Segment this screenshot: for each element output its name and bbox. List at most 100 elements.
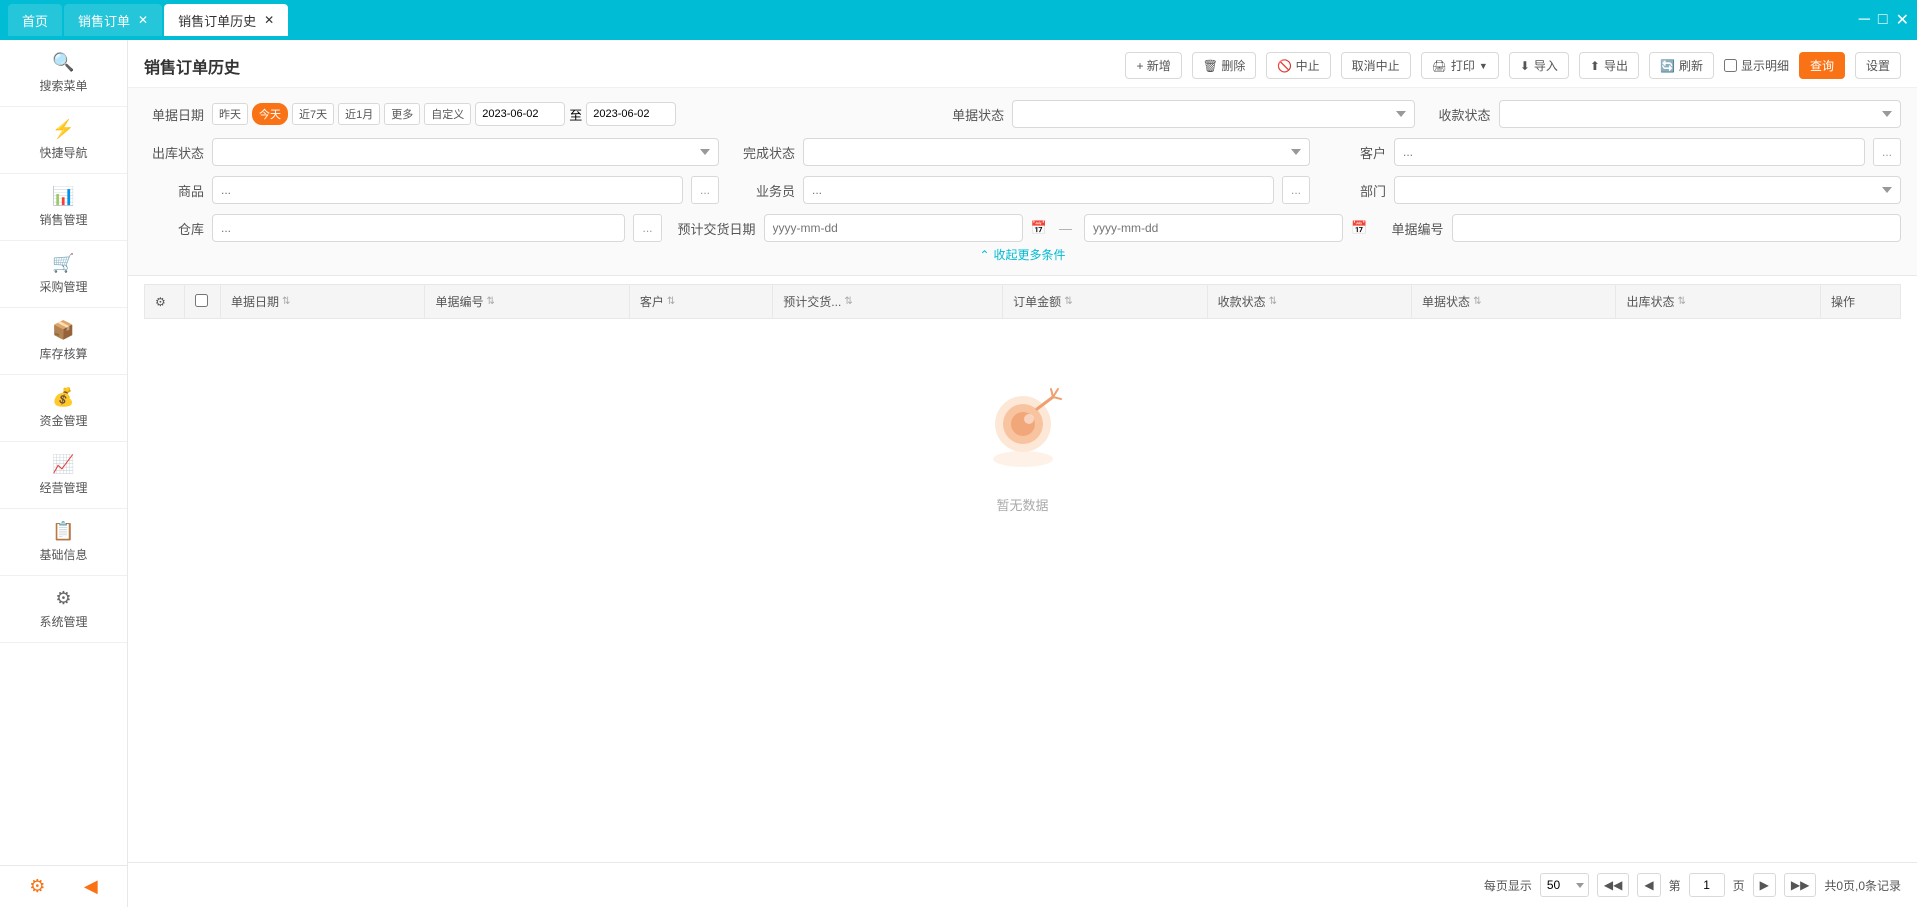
th-doc-status[interactable]: 单据状态⇅ (1412, 285, 1616, 319)
salesman-input[interactable] (803, 176, 1274, 204)
date-quick-yesterday[interactable]: 昨天 (212, 103, 248, 125)
page-number-input[interactable] (1689, 873, 1725, 897)
delivery-date-label: 预计交货日期 (678, 219, 756, 238)
sidebar-item-system[interactable]: ⚙ 系统管理 (0, 576, 127, 643)
top-bar: 首页 销售订单 ✕ 销售订单历史 ✕ ─ □ ✕ (0, 0, 1917, 40)
payment-status-select[interactable] (1499, 100, 1901, 128)
sort-customer-icon: ⇅ (667, 296, 675, 307)
refresh-button[interactable]: 🔄 刷新 (1649, 52, 1714, 79)
delivery-from-input[interactable] (764, 214, 1023, 242)
calendar-from-icon[interactable]: 📅 (1031, 220, 1047, 236)
sidebar-settings-icon[interactable]: ⚙ (29, 876, 45, 897)
th-doc-no[interactable]: 单据编号⇅ (425, 285, 629, 319)
sidebar-item-finance[interactable]: 💰 资金管理 (0, 375, 127, 442)
filter-salesman: 业务员 ... (735, 176, 1310, 204)
th-date[interactable]: 单据日期⇅ (221, 285, 425, 319)
total-label: 共0页,0条记录 (1824, 877, 1901, 894)
dept-label: 部门 (1326, 181, 1386, 200)
th-amount[interactable]: 订单金额⇅ (1003, 285, 1207, 319)
filter-dept: 部门 (1326, 176, 1901, 204)
table-settings-icon[interactable]: ⚙ (155, 295, 166, 309)
tab-sales-order[interactable]: 销售订单 ✕ (64, 4, 162, 36)
window-min-icon[interactable]: ─ (1859, 11, 1870, 29)
last-page-btn[interactable]: ▶▶ (1784, 873, 1816, 897)
tab-sales-order-close[interactable]: ✕ (138, 13, 148, 27)
cancel-stop-button[interactable]: 取消中止 (1341, 52, 1411, 79)
new-button[interactable]: + 新增 (1125, 52, 1181, 79)
sidebar-item-inventory[interactable]: 📦 库存核算 (0, 308, 127, 375)
window-max-icon[interactable]: □ (1878, 11, 1888, 29)
sidebar-item-basic-info[interactable]: 📋 基础信息 (0, 509, 127, 576)
window-close-icon[interactable]: ✕ (1896, 10, 1909, 30)
page-header: 销售订单历史 + 新增 🗑 删除 🚫 中止 取消中止 🖨 🖨 打印 打印 ▼ ⬇… (128, 40, 1917, 88)
sidebar-item-purchase[interactable]: 🛒 采购管理 (0, 241, 127, 308)
tab-sales-order-history[interactable]: 销售订单历史 ✕ (164, 4, 288, 36)
calendar-to-icon[interactable]: 📅 (1351, 220, 1367, 236)
content-area: 销售订单历史 + 新增 🗑 删除 🚫 中止 取消中止 🖨 🖨 打印 打印 ▼ ⬇… (128, 40, 1917, 907)
query-button[interactable]: 查询 (1799, 52, 1845, 79)
date-quick-1month[interactable]: 近1月 (338, 103, 380, 125)
filter-customer: 客户 ... (1326, 138, 1901, 166)
select-all-checkbox[interactable] (195, 294, 208, 307)
page-title: 销售订单历史 (144, 54, 240, 78)
filter-row-4: 仓库 ... 预计交货日期 📅 — 📅 单据编号 (144, 214, 1901, 242)
inventory-icon: 📦 (52, 320, 74, 341)
prev-page-btn[interactable]: ◀ (1637, 873, 1660, 897)
filter-payment-status: 收款状态 (1431, 100, 1901, 128)
complete-status-select[interactable] (803, 138, 1310, 166)
tab-sales-order-history-close[interactable]: ✕ (264, 13, 274, 27)
warehouse-input[interactable] (212, 214, 625, 242)
filter-complete-status: 完成状态 (735, 138, 1310, 166)
filter-delivery-date: 预计交货日期 📅 — 📅 (678, 214, 1368, 242)
th-outbound-status[interactable]: 出库状态⇅ (1616, 285, 1821, 319)
table-checkbox-th[interactable] (185, 285, 221, 319)
table-section: ⚙ 单据日期⇅ 单据编号⇅ 客户⇅ (128, 276, 1917, 862)
th-delivery[interactable]: 预计交货...⇅ (773, 285, 1003, 319)
salesman-picker-btn[interactable]: ... (1282, 176, 1310, 204)
table-settings-th[interactable]: ⚙ (145, 285, 185, 319)
refresh-icon: 🔄 (1660, 59, 1675, 73)
sidebar-collapse-icon[interactable]: ◀ (84, 876, 98, 897)
date-label: 单据日期 (144, 105, 204, 124)
doc-status-select[interactable] (1012, 100, 1414, 128)
date-quick-7days[interactable]: 近7天 (292, 103, 334, 125)
date-from-input[interactable] (475, 102, 565, 126)
outbound-status-select[interactable] (212, 138, 719, 166)
delete-button[interactable]: 🗑 删除 (1192, 52, 1257, 79)
stop-button[interactable]: 🚫 中止 (1266, 52, 1330, 79)
per-page-select[interactable]: 50 20 100 (1540, 873, 1589, 897)
date-quick-custom[interactable]: 自定义 (424, 103, 471, 125)
th-customer[interactable]: 客户⇅ (629, 285, 772, 319)
print-button[interactable]: 🖨 🖨 打印 打印 ▼ (1421, 52, 1499, 79)
dept-select[interactable] (1394, 176, 1901, 204)
th-payment-status[interactable]: 收款状态⇅ (1207, 285, 1411, 319)
date-quick-more[interactable]: 更多 (384, 103, 420, 125)
sidebar-item-search[interactable]: 🔍 搜索菜单 (0, 40, 127, 107)
date-to-input[interactable] (586, 102, 676, 126)
first-page-btn[interactable]: ◀◀ (1597, 873, 1629, 897)
date-quick-today[interactable]: 今天 (252, 103, 288, 125)
sidebar-item-quicknav[interactable]: ⚡ 快捷导航 (0, 107, 127, 174)
filter-row-3: 商品 ... 业务员 ... 部门 (144, 176, 1901, 204)
next-page-btn[interactable]: ▶ (1753, 873, 1776, 897)
warehouse-label: 仓库 (144, 219, 204, 238)
customer-picker-btn[interactable]: ... (1873, 138, 1901, 166)
filter-collapse-btn[interactable]: ⌃ 收起更多条件 (144, 242, 1901, 263)
warehouse-picker-btn[interactable]: ... (633, 214, 661, 242)
export-button[interactable]: ⬆ 导出 (1579, 52, 1639, 79)
customer-input[interactable] (1394, 138, 1865, 166)
tab-home[interactable]: 首页 (8, 4, 62, 36)
page-suffix: 页 (1733, 877, 1745, 894)
settings-button[interactable]: 设置 (1855, 52, 1901, 79)
goods-input[interactable] (212, 176, 683, 204)
goods-picker-btn[interactable]: ... (691, 176, 719, 204)
sidebar-item-operations[interactable]: 📈 经营管理 (0, 442, 127, 509)
doc-no-input[interactable] (1452, 214, 1902, 242)
delivery-to-input[interactable] (1084, 214, 1343, 242)
import-button[interactable]: ⬇ 导入 (1509, 52, 1569, 79)
display-detail-checkbox-label[interactable]: 显示明细 (1724, 57, 1789, 74)
sidebar-item-sales[interactable]: 📊 销售管理 (0, 174, 127, 241)
system-icon: ⚙ (55, 588, 71, 609)
print-dropdown-icon: ▼ (1479, 61, 1488, 71)
display-detail-checkbox[interactable] (1724, 59, 1737, 72)
